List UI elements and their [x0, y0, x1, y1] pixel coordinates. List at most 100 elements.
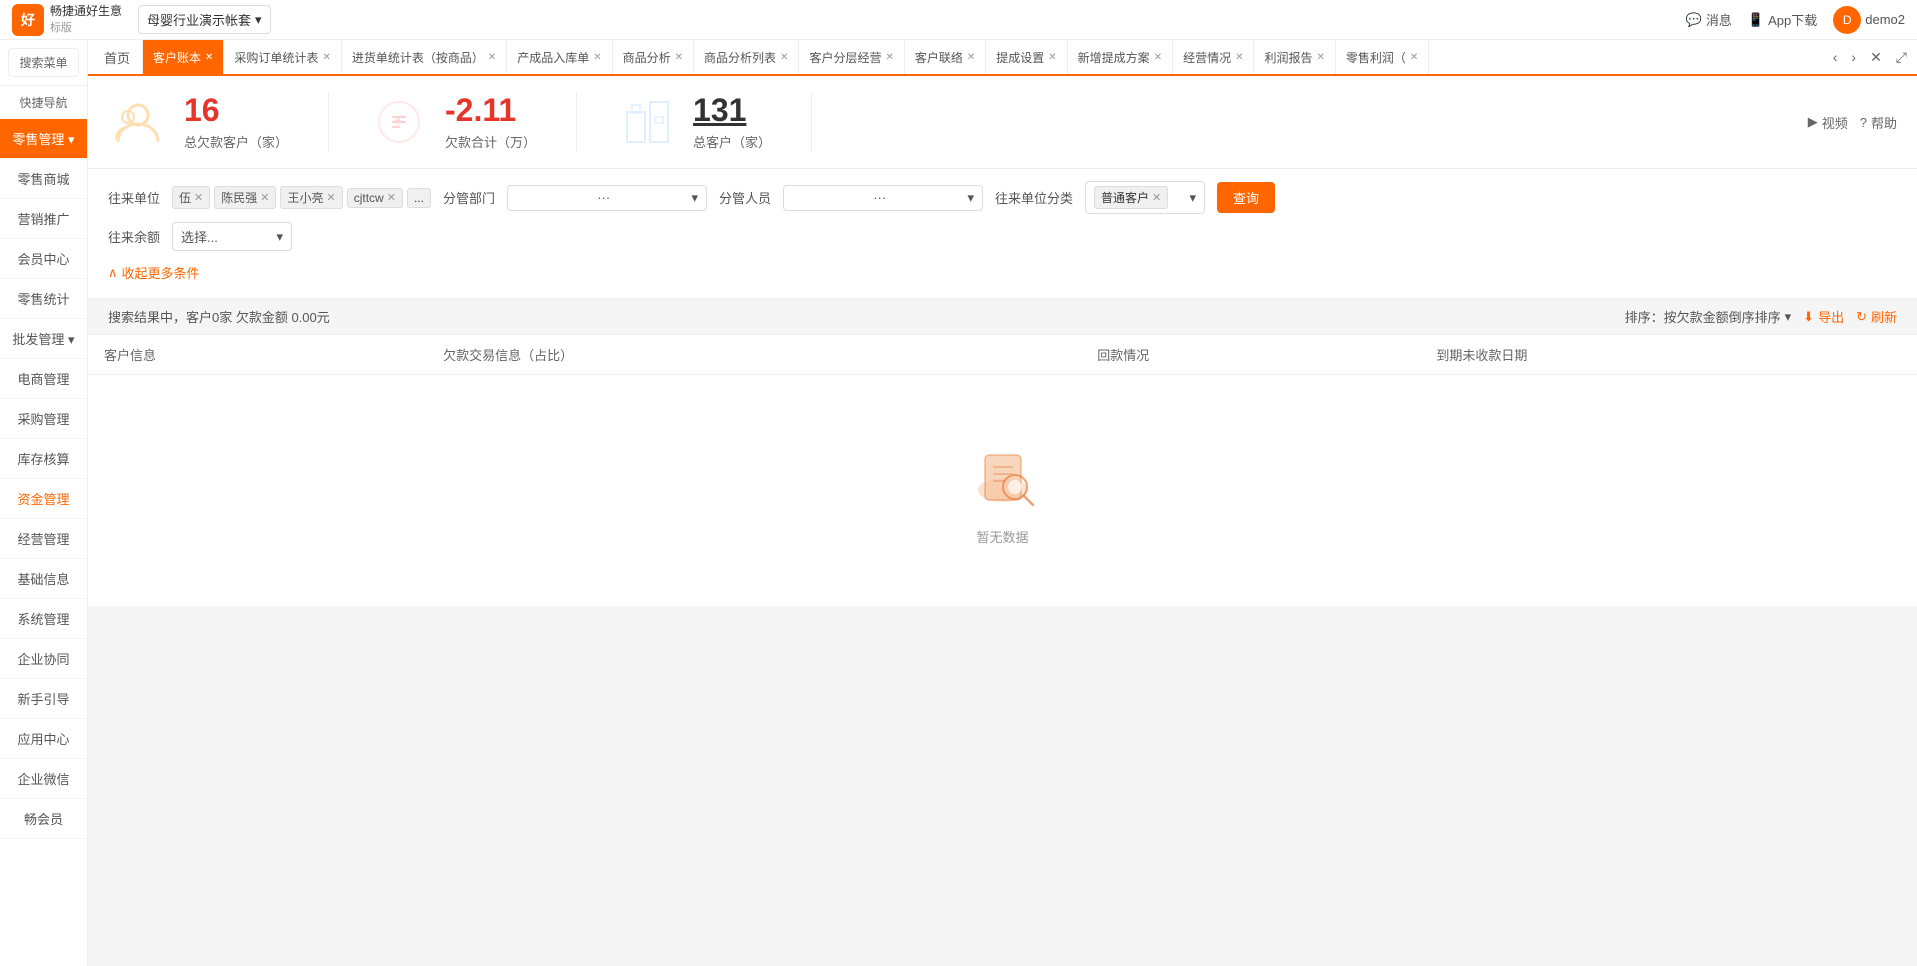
sidebar-item-1[interactable]: 零售商城 [0, 159, 87, 199]
unit-tag-wang-remove[interactable]: ✕ [327, 191, 336, 204]
unit-class-remove[interactable]: ✕ [1152, 191, 1161, 204]
tab-label-9: 提成设置 [996, 49, 1044, 66]
message-icon: 💬 [1686, 12, 1702, 28]
sidebar-item-15[interactable]: 应用中心 [0, 719, 87, 759]
person-select[interactable]: ··· ▾ [783, 185, 983, 211]
tab-bar: 首页客户账本✕采购订单统计表✕进货单统计表（按商品）✕产成品入库单✕商品分析✕商… [88, 40, 1917, 76]
unit-tag-cjttcw-remove[interactable]: ✕ [387, 191, 396, 204]
unit-tag-wu-remove[interactable]: ✕ [194, 191, 203, 204]
tab-close-10[interactable]: ✕ [1154, 52, 1162, 63]
tab-close-2[interactable]: ✕ [322, 52, 330, 63]
logo-text-block: 畅捷通好生意 标版 [50, 4, 122, 36]
sidebar-item-9[interactable]: 资金管理 [0, 479, 87, 519]
search-button[interactable]: 查询 [1217, 182, 1275, 213]
person-select-arrow: ▾ [967, 190, 974, 206]
sidebar-item-6[interactable]: 电商管理 [0, 359, 87, 399]
total-icon [617, 92, 677, 152]
sidebar-item-2[interactable]: 营销推广 [0, 199, 87, 239]
message-button[interactable]: 💬 消息 [1686, 10, 1732, 29]
sidebar-item-0[interactable]: 零售管理 ▾ [0, 119, 87, 159]
tab-3[interactable]: 进货单统计表（按商品）✕ [342, 40, 507, 75]
export-button[interactable]: ⬇ 导出 [1803, 307, 1844, 326]
tab-close-3[interactable]: ✕ [488, 52, 496, 63]
tab-label-11: 经营情况 [1183, 49, 1231, 66]
tab-restore-button[interactable]: ⤢ [1890, 47, 1913, 68]
tab-6[interactable]: 商品分析列表✕ [694, 40, 799, 75]
tab-close-9[interactable]: ✕ [1048, 52, 1056, 63]
video-label: 视频 [1822, 113, 1848, 132]
store-selector[interactable]: 母婴行业演示帐套 ▾ [138, 5, 271, 34]
tab-prev-button[interactable]: ‹ [1827, 47, 1844, 67]
collapse-button[interactable]: ∧ 收起更多条件 [108, 259, 1897, 286]
unit-tag-wu[interactable]: 伍 ✕ [172, 186, 210, 209]
tab-close-4[interactable]: ✕ [593, 52, 601, 63]
sidebar-item-13[interactable]: 企业协同 [0, 639, 87, 679]
refresh-button[interactable]: ↻ 刷新 [1856, 307, 1897, 326]
stat-block-customers: 16 总欠款客户（家） [108, 92, 329, 152]
sort-selector[interactable]: 排序：按欠款金额倒序排序 ▾ [1625, 307, 1792, 326]
unit-tag-chen-remove[interactable]: ✕ [260, 191, 269, 204]
unit-tag-chen[interactable]: 陈民强 ✕ [214, 186, 276, 209]
tab-close-12[interactable]: ✕ [1317, 52, 1325, 63]
sidebar-item-3[interactable]: 会员中心 [0, 239, 87, 279]
unit-class-arrow: ▾ [1189, 190, 1196, 206]
top-bar: 好 畅捷通好生意 标版 母婴行业演示帐套 ▾ 💬 消息 📱 App下载 D de… [0, 0, 1917, 40]
tab-close-1[interactable]: ✕ [205, 52, 213, 63]
stat-info-total: 131 总客户（家） [693, 93, 771, 151]
sidebar-item-4[interactable]: 零售统计 [0, 279, 87, 319]
search-menu-button[interactable]: 搜索菜单 [8, 48, 79, 77]
balance-select[interactable]: 选择... ▾ [172, 222, 292, 251]
unit-tag-wang[interactable]: 王小亮 ✕ [280, 186, 342, 209]
more-units-button[interactable]: ... [407, 188, 431, 208]
tab-11[interactable]: 经营情况 ✕ [1173, 40, 1254, 75]
tab-label-4: 产成品入库单 [517, 49, 589, 66]
sidebar-item-14[interactable]: 新手引导 [0, 679, 87, 719]
filter-area: 往来单位 伍 ✕ 陈民强 ✕ 王小亮 ✕ [88, 169, 1917, 299]
top-bar-left: 好 畅捷通好生意 标版 母婴行业演示帐套 ▾ [12, 4, 271, 36]
page-top-actions: ▶ 视频 ? 帮助 [1808, 113, 1897, 132]
tab-close-13[interactable]: ✕ [1410, 52, 1418, 63]
tab-8[interactable]: 客户联络✕ [905, 40, 986, 75]
tab-close-6[interactable]: ✕ [780, 52, 788, 63]
sidebar-item-17[interactable]: 畅会员 [0, 799, 87, 839]
help-icon: ? [1860, 115, 1867, 130]
tab-4[interactable]: 产成品入库单 ✕ [507, 40, 612, 75]
balance-select-arrow: ▾ [276, 229, 283, 245]
app-download-button[interactable]: 📱 App下载 [1748, 10, 1817, 29]
tab-1[interactable]: 客户账本✕ [143, 40, 224, 75]
video-help-button[interactable]: ▶ 视频 [1808, 113, 1848, 132]
tab-2[interactable]: 采购订单统计表✕ [224, 40, 341, 75]
user-menu[interactable]: D demo2 [1833, 6, 1905, 34]
sidebar-item-10[interactable]: 经营管理 [0, 519, 87, 559]
tab-0[interactable]: 首页 [92, 40, 143, 75]
sidebar-item-label-0: 零售管理 [12, 132, 64, 147]
tab-9[interactable]: 提成设置 ✕ [986, 40, 1067, 75]
balance-placeholder: 选择... [181, 227, 218, 246]
tab-close-all-button[interactable]: ✕ [1864, 47, 1888, 68]
tab-close-11[interactable]: ✕ [1235, 52, 1243, 63]
sidebar-item-11[interactable]: 基础信息 [0, 559, 87, 599]
sidebar-item-5[interactable]: 批发管理 ▾ [0, 319, 87, 359]
sidebar-item-12[interactable]: 系统管理 [0, 599, 87, 639]
tab-10[interactable]: 新增提成方案✕ [1068, 40, 1173, 75]
tab-13[interactable]: 零售利润（✕ [1336, 40, 1429, 75]
unit-class-select[interactable]: 普通客户 ✕ ▾ [1085, 181, 1205, 214]
tab-7[interactable]: 客户分层经营 ✕ [799, 40, 904, 75]
help-button[interactable]: ? 帮助 [1860, 113, 1897, 132]
sidebar-item-7[interactable]: 采购管理 [0, 399, 87, 439]
tab-next-button[interactable]: › [1845, 47, 1862, 67]
tab-close-5[interactable]: ✕ [675, 52, 683, 63]
unit-tag-cjttcw[interactable]: cjttcw ✕ [347, 188, 403, 208]
quick-nav-button[interactable]: 快捷导航 [0, 86, 87, 119]
tab-5[interactable]: 商品分析✕ [613, 40, 694, 75]
tab-close-7[interactable]: ✕ [885, 52, 893, 63]
sidebar-item-8[interactable]: 库存核算 [0, 439, 87, 479]
stat-block-total: 131 总客户（家） [577, 92, 812, 152]
dept-select[interactable]: ··· ▾ [507, 185, 707, 211]
tab-label-7: 客户分层经营 [809, 49, 881, 66]
dept-filter-label: 分管部门 [443, 188, 495, 207]
tab-close-8[interactable]: ✕ [967, 52, 975, 63]
unit-class-tag: 普通客户 ✕ [1094, 186, 1168, 209]
sidebar-item-16[interactable]: 企业微信 [0, 759, 87, 799]
tab-12[interactable]: 利润报告✕ [1254, 40, 1335, 75]
